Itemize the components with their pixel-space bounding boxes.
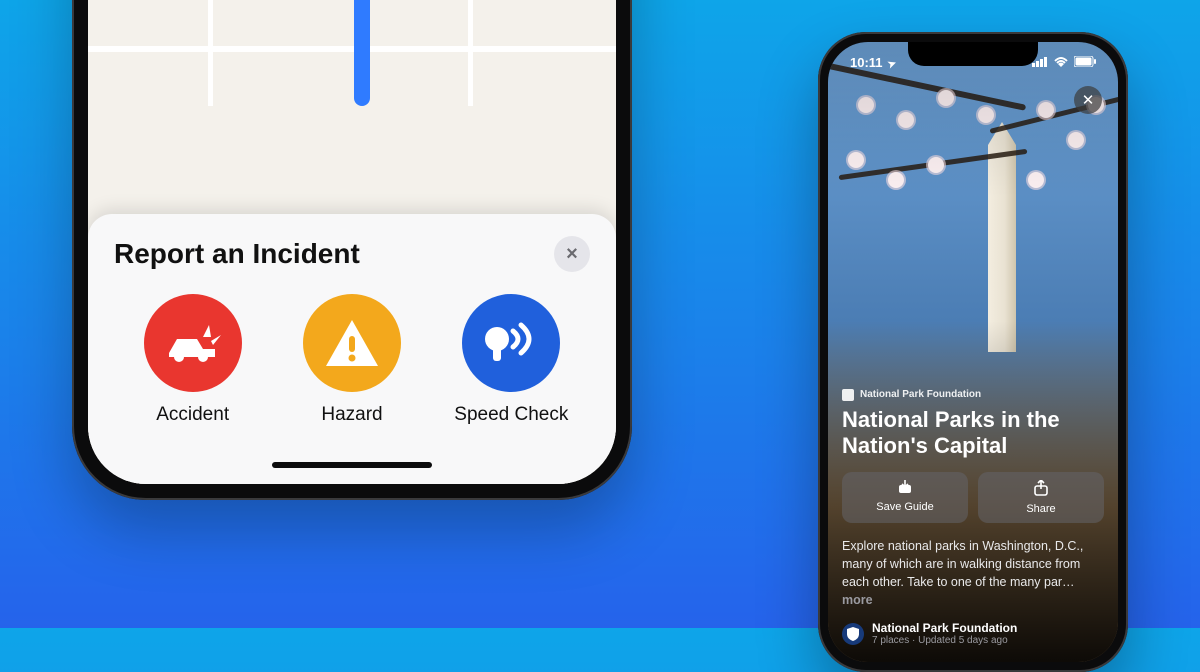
notch: [908, 42, 1038, 66]
guide-brand: National Park Foundation: [842, 389, 1104, 401]
incident-option-accident[interactable]: Accident: [122, 294, 263, 426]
save-guide-button[interactable]: Save Guide: [842, 472, 968, 523]
wifi-icon: [1053, 55, 1069, 70]
route-line: [354, 0, 370, 106]
source-meta: 7 places · Updated 5 days ago: [872, 635, 1017, 646]
guide-description: Explore national parks in Washington, D.…: [842, 537, 1104, 610]
close-sheet-button[interactable]: ×: [554, 236, 590, 272]
incident-option-speed-check[interactable]: Speed Check: [441, 294, 582, 426]
screen-left: Report an Incident × Accident: [88, 0, 616, 484]
phone-frame-right: 10:11 ➤: [818, 32, 1128, 672]
close-icon: ×: [566, 243, 578, 266]
battery-icon: [1074, 55, 1096, 70]
close-icon: ✕: [1082, 91, 1095, 109]
sheet-title: Report an Incident: [114, 238, 360, 270]
incident-label: Speed Check: [454, 404, 568, 426]
brand-logo-icon: [842, 389, 854, 401]
report-incident-sheet: Report an Incident × Accident: [88, 214, 616, 484]
share-button[interactable]: Share: [978, 472, 1104, 523]
share-label: Share: [1026, 503, 1055, 515]
speed-gun-icon: [462, 294, 560, 392]
save-icon: [898, 480, 912, 497]
location-icon: ➤: [887, 57, 899, 70]
car-crash-icon: [144, 294, 242, 392]
incident-option-hazard[interactable]: Hazard: [281, 294, 422, 426]
brand-label: National Park Foundation: [860, 389, 981, 400]
close-guide-button[interactable]: ✕: [1074, 86, 1102, 114]
share-icon: [1034, 480, 1048, 499]
guide-source[interactable]: National Park Foundation 7 places · Upda…: [842, 621, 1104, 646]
more-link[interactable]: more: [842, 593, 873, 607]
source-name: National Park Foundation: [872, 621, 1017, 635]
home-indicator[interactable]: [272, 462, 432, 468]
incident-label: Hazard: [321, 404, 382, 426]
incident-label: Accident: [156, 404, 229, 426]
status-time: 10:11 ➤: [850, 55, 897, 70]
phone-frame-left: Report an Incident × Accident: [72, 0, 632, 500]
source-badge-icon: [842, 623, 864, 645]
screen-right: 10:11 ➤: [828, 42, 1118, 662]
guide-title: National Parks in the Nation's Capital: [842, 407, 1104, 460]
warning-icon: [303, 294, 401, 392]
save-label: Save Guide: [876, 501, 933, 513]
